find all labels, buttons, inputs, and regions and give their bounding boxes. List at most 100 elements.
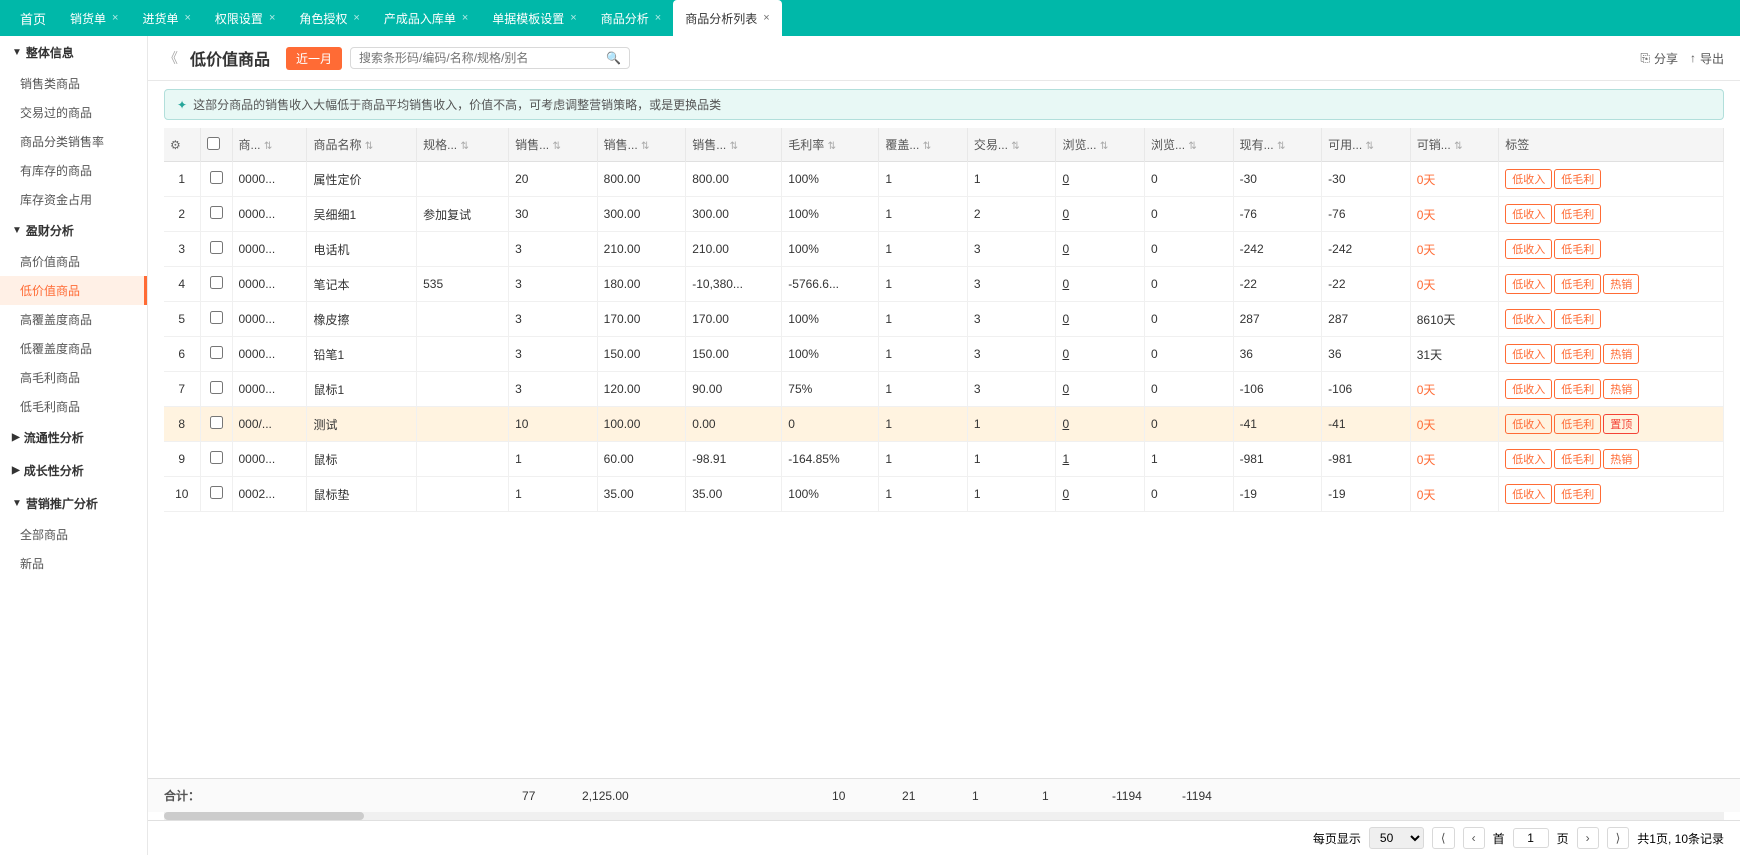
sidebar-item-low-coverage[interactable]: 低覆盖度商品 xyxy=(0,334,147,363)
sidebar-section-liquidity[interactable]: ▶ 流通性分析 xyxy=(0,421,147,454)
sidebar-item-high-value[interactable]: 高价值商品 xyxy=(0,247,147,276)
sidebar-item-stock-products[interactable]: 有库存的商品 xyxy=(0,156,147,185)
tag-badge: 低毛利 xyxy=(1554,414,1601,434)
sidebar-item-inventory-capital[interactable]: 库存资金占用 xyxy=(0,185,147,214)
tags-col-header: 标签 xyxy=(1499,128,1724,162)
total-info: 共1页, 10条记录 xyxy=(1637,830,1724,847)
page-size-select[interactable]: 50 100 200 xyxy=(1369,827,1424,849)
next-page-button[interactable]: › xyxy=(1577,827,1599,849)
close-analysis-list-icon[interactable]: × xyxy=(763,12,769,24)
sidebar-item-new-products[interactable]: 新品 xyxy=(0,549,147,578)
row-checkbox[interactable] xyxy=(210,346,223,359)
select-all-checkbox[interactable] xyxy=(207,137,220,150)
nav-product-analysis[interactable]: 商品分析 × xyxy=(589,0,673,36)
row-browse2: 0 xyxy=(1145,267,1234,302)
row-checkbox[interactable] xyxy=(210,381,223,394)
row-name[interactable]: 吴细细1 xyxy=(307,197,417,232)
row-name[interactable]: 铅笔1 xyxy=(307,337,417,372)
nav-purchase-order[interactable]: 进货单 × xyxy=(130,0,202,36)
row-name[interactable]: 鼠标1 xyxy=(307,372,417,407)
row-browse1: 0 xyxy=(1056,197,1145,232)
close-template-icon[interactable]: × xyxy=(570,12,576,24)
sidebar-item-traded-products[interactable]: 交易过的商品 xyxy=(0,98,147,127)
sidebar-item-all-products[interactable]: 全部商品 xyxy=(0,520,147,549)
row-name[interactable]: 鼠标垫 xyxy=(307,477,417,512)
row-num: 2 xyxy=(164,197,200,232)
row-checkbox[interactable] xyxy=(210,206,223,219)
row-checkbox[interactable] xyxy=(210,276,223,289)
row-browse2: 0 xyxy=(1145,197,1234,232)
row-available: -242 xyxy=(1322,232,1411,267)
export-button[interactable]: ↑ 导出 xyxy=(1690,50,1724,67)
share-icon: ⎘ xyxy=(1640,51,1650,66)
row-checkbox[interactable] xyxy=(210,416,223,429)
search-input[interactable] xyxy=(359,51,606,65)
page-label: 首 xyxy=(1493,830,1505,847)
row-checkbox[interactable] xyxy=(210,311,223,324)
nav-product-analysis-list[interactable]: 商品分析列表 × xyxy=(673,0,781,36)
sidebar-section-profit[interactable]: ▼ 盈财分析 xyxy=(0,214,147,247)
last-page-button[interactable]: ⟩ xyxy=(1607,827,1630,849)
search-icon[interactable]: 🔍 xyxy=(606,51,621,65)
sidebar-item-high-margin[interactable]: 高毛利商品 xyxy=(0,363,147,392)
share-button[interactable]: ⎘ 分享 xyxy=(1640,50,1678,67)
close-permissions-icon[interactable]: × xyxy=(269,12,275,24)
close-stock-in-icon[interactable]: × xyxy=(462,12,468,24)
row-available: -19 xyxy=(1322,477,1411,512)
close-purchase-order-icon[interactable]: × xyxy=(184,12,190,24)
collapse-button[interactable]: 《 xyxy=(164,48,178,68)
row-browse1: 0 xyxy=(1056,302,1145,337)
row-checkbox[interactable] xyxy=(210,451,223,464)
nav-home[interactable]: 首页 xyxy=(8,0,58,36)
close-roles-icon[interactable]: × xyxy=(353,12,359,24)
row-checkbox[interactable] xyxy=(210,171,223,184)
sidebar-item-sales-products[interactable]: 销售类商品 xyxy=(0,69,147,98)
row-code: 0000... xyxy=(232,162,307,197)
sidebar-item-high-coverage[interactable]: 高覆盖度商品 xyxy=(0,305,147,334)
tag-badge: 低收入 xyxy=(1505,274,1552,294)
row-sales3: -98.91 xyxy=(686,442,782,477)
nav-permissions[interactable]: 权限设置 × xyxy=(203,0,287,36)
nav-roles[interactable]: 角色授权 × xyxy=(287,0,371,36)
nav-template-settings[interactable]: 单据模板设置 × xyxy=(480,0,588,36)
sidebar-section-growth[interactable]: ▶ 成长性分析 xyxy=(0,454,147,487)
table-row: 8 000/... 测试 10 100.00 0.00 0 1 1 0 0 -4… xyxy=(164,407,1724,442)
settings-icon[interactable]: ⚙ xyxy=(170,138,181,152)
first-page-button[interactable]: ⟨ xyxy=(1432,827,1455,849)
data-table: ⚙ 商... ⇅ 商品名称 ⇅ 规格... ⇅ 销售... ⇅ 销售... ⇅ … xyxy=(164,128,1724,512)
row-checkbox[interactable] xyxy=(210,241,223,254)
prev-page-button[interactable]: ‹ xyxy=(1463,827,1485,849)
row-checkbox[interactable] xyxy=(210,486,223,499)
close-analysis-icon[interactable]: × xyxy=(655,12,661,24)
sidebar-section-overall[interactable]: ▼ 整体信息 xyxy=(0,36,147,69)
footer-coverage: 10 xyxy=(826,789,896,803)
sidebar-section-marketing[interactable]: ▼ 营销推广分析 xyxy=(0,487,147,520)
sidebar-item-category-sales-rate[interactable]: 商品分类销售率 xyxy=(0,127,147,156)
close-sales-order-icon[interactable]: × xyxy=(112,12,118,24)
row-coverage: 1 xyxy=(879,442,968,477)
row-name[interactable]: 电话机 xyxy=(307,232,417,267)
row-checkbox-cell xyxy=(200,162,232,197)
row-name[interactable]: 测试 xyxy=(307,407,417,442)
row-name[interactable]: 橡皮擦 xyxy=(307,302,417,337)
row-available: -76 xyxy=(1322,197,1411,232)
row-current: -22 xyxy=(1233,267,1322,302)
row-tags: 低收入低毛利热销 xyxy=(1499,267,1724,302)
sidebar-item-low-value[interactable]: 低价值商品 xyxy=(0,276,147,305)
row-name[interactable]: 鼠标 xyxy=(307,442,417,477)
nav-stock-in[interactable]: 产成品入库单 × xyxy=(372,0,480,36)
row-name[interactable]: 笔记本 xyxy=(307,267,417,302)
row-sales3: -10,380... xyxy=(686,267,782,302)
scrollbar-thumb[interactable] xyxy=(164,812,364,820)
nav-sales-order[interactable]: 销货单 × xyxy=(58,0,130,36)
date-filter-button[interactable]: 近一月 xyxy=(286,47,342,70)
sidebar-item-low-margin[interactable]: 低毛利商品 xyxy=(0,392,147,421)
horizontal-scrollbar[interactable] xyxy=(164,812,1724,820)
row-num: 1 xyxy=(164,162,200,197)
row-name[interactable]: 属性定价 xyxy=(307,162,417,197)
current-page-input[interactable] xyxy=(1513,828,1549,848)
row-current: 287 xyxy=(1233,302,1322,337)
row-transaction: 1 xyxy=(967,407,1056,442)
row-available: 287 xyxy=(1322,302,1411,337)
row-sales3: 300.00 xyxy=(686,197,782,232)
